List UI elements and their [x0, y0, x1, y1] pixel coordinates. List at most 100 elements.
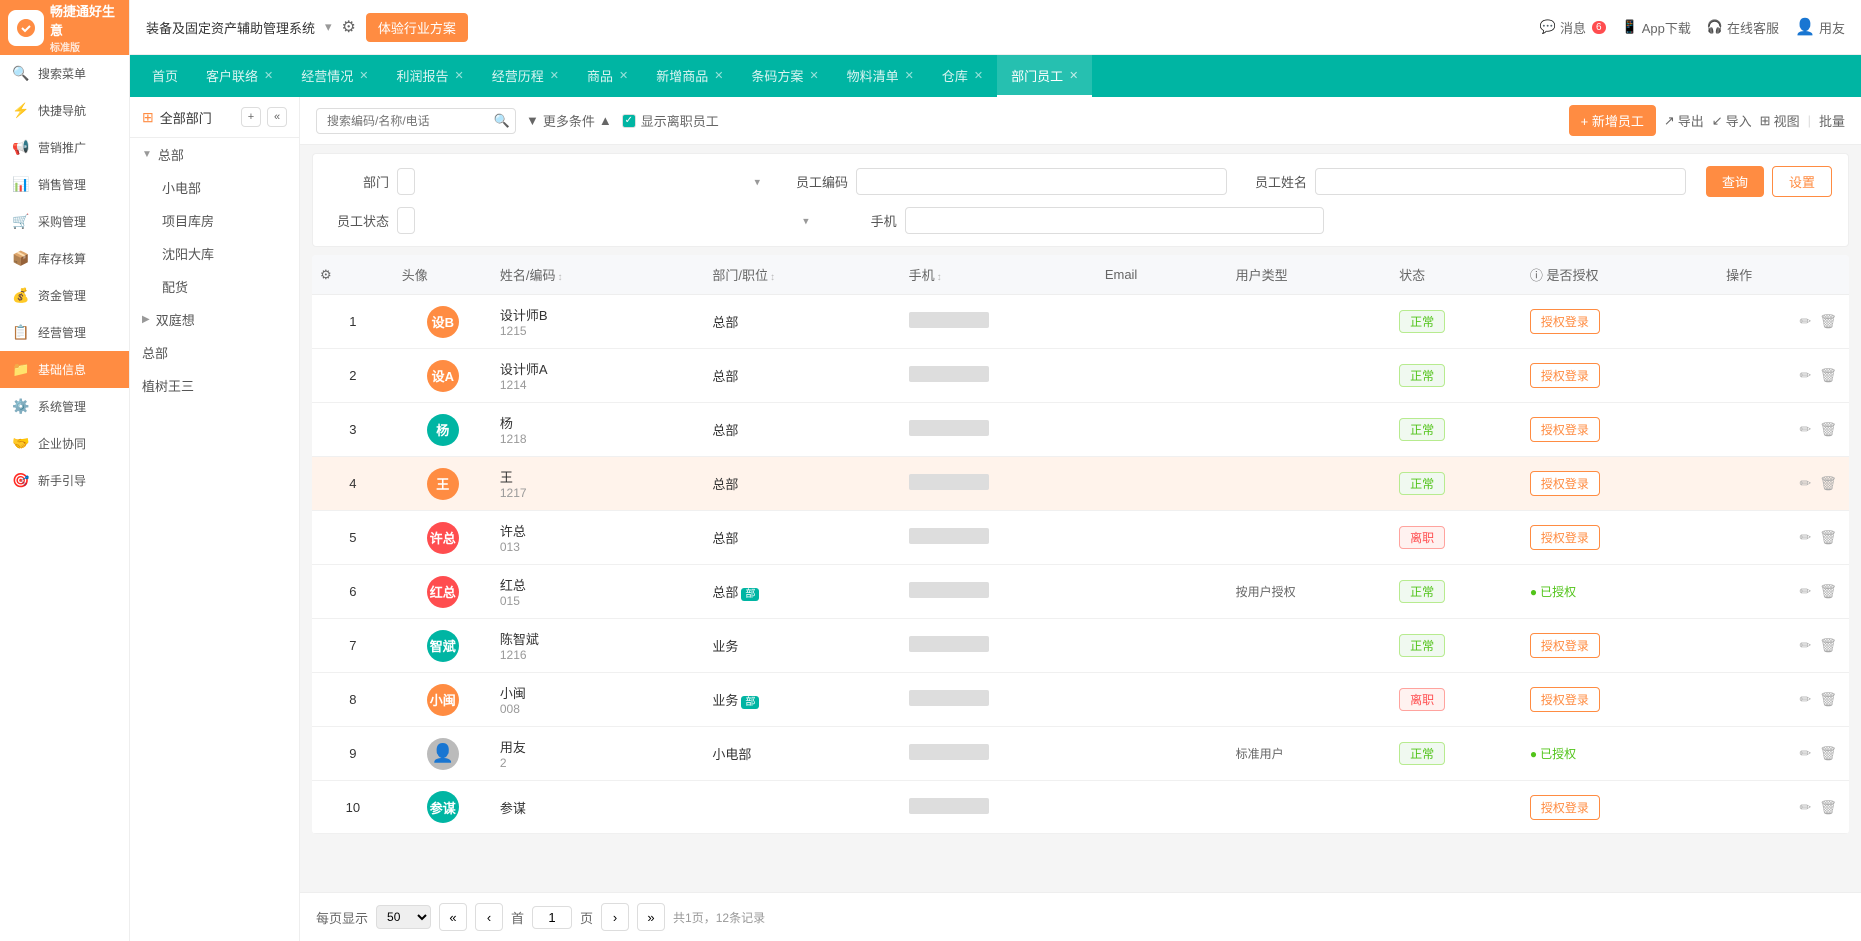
auth-login-button[interactable]: 授权登录: [1530, 471, 1600, 496]
edit-button[interactable]: ✏: [1795, 527, 1815, 548]
dept-select[interactable]: [397, 168, 415, 195]
tab-goods-close[interactable]: ✕: [619, 69, 628, 82]
import-button[interactable]: ↙ 导入: [1712, 111, 1752, 130]
batch-btn[interactable]: 批量: [1819, 111, 1845, 130]
auth-login-button[interactable]: 授权登录: [1530, 417, 1600, 442]
phone-input[interactable]: [905, 207, 1325, 234]
sidebar-item-sales[interactable]: 📊 销售管理: [0, 166, 129, 203]
tab-history-close[interactable]: ✕: [550, 69, 559, 82]
tab-customer[interactable]: 客户联络✕: [192, 55, 287, 97]
dept-item-zhishu[interactable]: 植树王三: [130, 369, 299, 402]
edit-button[interactable]: ✏: [1795, 743, 1815, 764]
query-button[interactable]: 查询: [1706, 166, 1764, 197]
dept-item-xiaodian[interactable]: 小电部: [142, 171, 299, 204]
edit-button[interactable]: ✏: [1795, 419, 1815, 440]
dept-add-btn[interactable]: +: [241, 107, 261, 127]
edit-button[interactable]: ✏: [1795, 581, 1815, 602]
delete-button[interactable]: 🗑: [1815, 743, 1841, 764]
sidebar-item-operations[interactable]: 📋 经营管理: [0, 314, 129, 351]
export-button[interactable]: ↗ 导出: [1664, 111, 1704, 130]
search-icon[interactable]: 🔍: [494, 113, 510, 129]
delete-button[interactable]: 🗑: [1815, 311, 1841, 332]
tab-barcode-close[interactable]: ✕: [809, 69, 818, 82]
edit-button[interactable]: ✏: [1795, 635, 1815, 656]
sidebar-item-basic-info[interactable]: 📁 基础信息: [0, 351, 129, 388]
delete-button[interactable]: 🗑: [1815, 689, 1841, 710]
tab-warehouse-close[interactable]: ✕: [974, 69, 983, 82]
user-menu-btn[interactable]: 👤 用友: [1795, 17, 1845, 37]
tab-customer-close[interactable]: ✕: [264, 69, 273, 82]
edit-button[interactable]: ✏: [1795, 689, 1815, 710]
col-settings[interactable]: ⚙: [312, 255, 394, 295]
tab-employees[interactable]: 部门员工✕: [997, 55, 1092, 97]
auth-login-button[interactable]: 授权登录: [1530, 309, 1600, 334]
col-name-header[interactable]: 姓名/编码↕: [492, 255, 705, 295]
delete-button[interactable]: 🗑: [1815, 797, 1841, 818]
status-select[interactable]: [397, 207, 415, 234]
dept-item-shuangting[interactable]: ▶ 双庭想: [130, 303, 299, 336]
online-service-btn[interactable]: 🎧 在线客服: [1707, 18, 1779, 37]
sidebar-item-guide[interactable]: 🎯 新手引导: [0, 462, 129, 499]
page-size-select[interactable]: 50 100: [376, 905, 431, 929]
sidebar-item-collab[interactable]: 🤝 企业协同: [0, 425, 129, 462]
tab-warehouse[interactable]: 仓库✕: [928, 55, 997, 97]
auth-login-button[interactable]: 授权登录: [1530, 525, 1600, 550]
col-dept-header[interactable]: 部门/职位↕: [704, 255, 900, 295]
dropdown-icon[interactable]: ▾: [325, 19, 332, 35]
reset-button[interactable]: 设置: [1772, 166, 1832, 197]
settings-icon[interactable]: ⚙: [342, 17, 356, 37]
auth-login-button[interactable]: 授权登录: [1530, 687, 1600, 712]
delete-button[interactable]: 🗑: [1815, 635, 1841, 656]
trial-button[interactable]: 体验行业方案: [366, 13, 468, 42]
tab-bom-close[interactable]: ✕: [905, 69, 914, 82]
sidebar-item-search[interactable]: 🔍 搜索菜单: [0, 55, 129, 92]
dept-item-xiangmu[interactable]: 项目库房: [142, 204, 299, 237]
tab-profit-close[interactable]: ✕: [455, 69, 464, 82]
app-download-btn[interactable]: 📱 App下载: [1622, 18, 1691, 37]
show-resigned-toggle[interactable]: ✓ 显示离职员工: [622, 111, 719, 130]
next-page-btn[interactable]: ›: [601, 903, 629, 931]
last-page-btn[interactable]: »: [637, 903, 665, 931]
edit-button[interactable]: ✏: [1795, 365, 1815, 386]
sidebar-item-system[interactable]: ⚙️ 系统管理: [0, 388, 129, 425]
show-resigned-checkbox[interactable]: ✓: [622, 114, 636, 128]
sidebar-item-quicknav[interactable]: ⚡ 快捷导航: [0, 92, 129, 129]
sidebar-item-inventory[interactable]: 📦 库存核算: [0, 240, 129, 277]
col-phone-header[interactable]: 手机↕: [901, 255, 1097, 295]
tab-employees-close[interactable]: ✕: [1069, 69, 1078, 82]
sidebar-item-finance[interactable]: 💰 资金管理: [0, 277, 129, 314]
dept-collapse-btn[interactable]: «: [267, 107, 287, 127]
delete-button[interactable]: 🗑: [1815, 419, 1841, 440]
tab-operation[interactable]: 经营情况✕: [287, 55, 382, 97]
tab-home[interactable]: 首页: [138, 55, 192, 97]
edit-button[interactable]: ✏: [1795, 473, 1815, 494]
dept-item-shenyang[interactable]: 沈阳大库: [142, 237, 299, 270]
auth-login-button[interactable]: 授权登录: [1530, 633, 1600, 658]
empname-input[interactable]: [1315, 168, 1686, 195]
tab-barcode[interactable]: 条码方案✕: [737, 55, 832, 97]
more-filters-btn[interactable]: ▼ 更多条件 ▲: [526, 111, 612, 130]
dept-item-peihuo[interactable]: 配货: [142, 270, 299, 303]
sidebar-item-marketing[interactable]: 📢 营销推广: [0, 129, 129, 166]
message-btn[interactable]: 💬 消息 6: [1540, 18, 1606, 37]
tab-goods[interactable]: 商品✕: [573, 55, 642, 97]
search-input[interactable]: [316, 108, 516, 134]
auth-login-button[interactable]: 授权登录: [1530, 795, 1600, 820]
edit-button[interactable]: ✏: [1795, 797, 1815, 818]
dept-item-zongbu2[interactable]: 总部: [130, 336, 299, 369]
delete-button[interactable]: 🗑: [1815, 365, 1841, 386]
auth-login-button[interactable]: 授权登录: [1530, 363, 1600, 388]
tab-new-goods-close[interactable]: ✕: [714, 69, 723, 82]
tab-history[interactable]: 经营历程✕: [478, 55, 573, 97]
view-mode-btn[interactable]: ⊞ 视图: [1760, 111, 1800, 130]
sidebar-item-purchase[interactable]: 🛒 采购管理: [0, 203, 129, 240]
add-employee-button[interactable]: + 新增员工: [1569, 105, 1656, 136]
dept-item-zongbu-root[interactable]: ▼ 总部: [130, 138, 299, 171]
tab-bom[interactable]: 物料清单✕: [833, 55, 928, 97]
prev-page-btn[interactable]: ‹: [475, 903, 503, 931]
page-input[interactable]: [532, 906, 572, 929]
edit-button[interactable]: ✏: [1795, 311, 1815, 332]
delete-button[interactable]: 🗑: [1815, 473, 1841, 494]
delete-button[interactable]: 🗑: [1815, 581, 1841, 602]
empcode-input[interactable]: [856, 168, 1227, 195]
